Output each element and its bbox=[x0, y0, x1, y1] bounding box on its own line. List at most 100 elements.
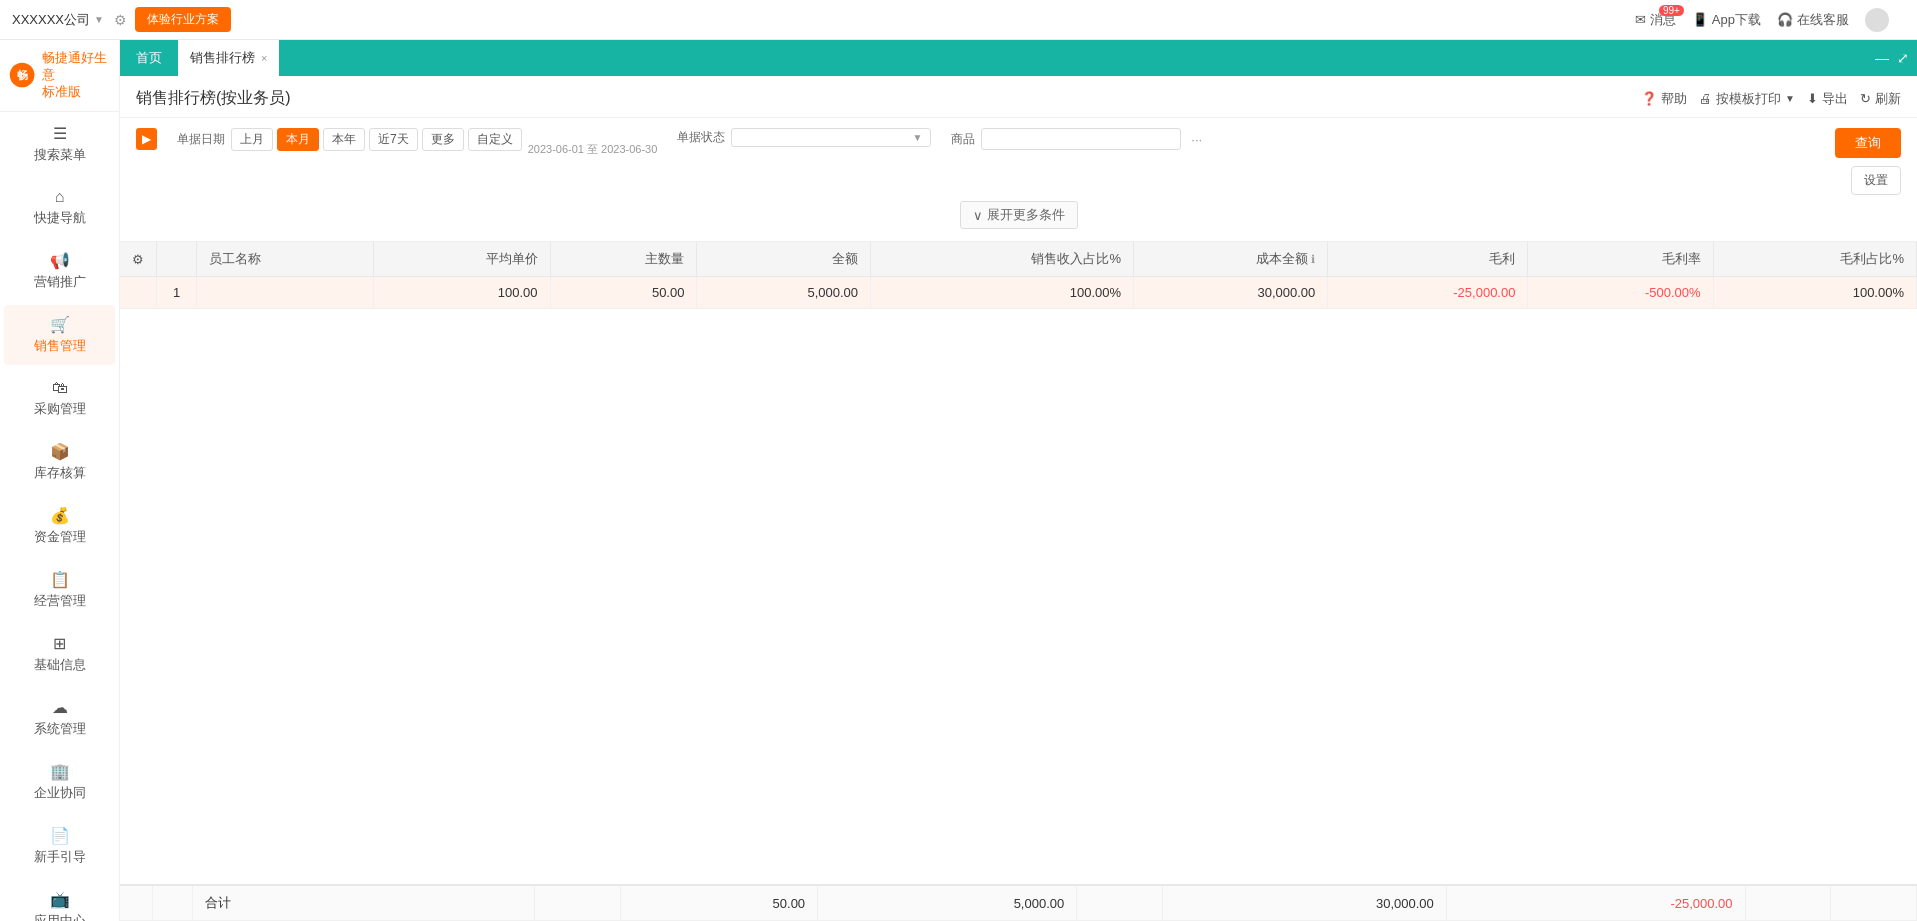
cell-sales-pct: 100.00% bbox=[871, 277, 1134, 309]
table-header-row: ⚙ 员工名称 平均单价 主数量 全额 销售收入占比% 成本全额 ℹ 毛利 毛利率 bbox=[120, 242, 1917, 277]
operation-icon: 📋 bbox=[50, 570, 70, 589]
footer-rank-cell bbox=[152, 886, 192, 921]
filter-status: 单据状态 ▼ bbox=[677, 128, 931, 147]
apps-icon: 📺 bbox=[50, 890, 70, 909]
sidebar-item-marketing[interactable]: 📢 营销推广 bbox=[4, 241, 115, 301]
sidebar-item-finance[interactable]: 💰 资金管理 bbox=[4, 496, 115, 556]
sidebar-label-basic: 基础信息 bbox=[34, 656, 86, 674]
footer-sales-pct-cell bbox=[1077, 886, 1163, 921]
sidebar-item-purchase[interactable]: 🛍 采购管理 bbox=[4, 369, 115, 428]
avatar[interactable] bbox=[1865, 8, 1889, 32]
maximize-icon[interactable]: ⤢ bbox=[1897, 50, 1909, 66]
table-area: ⚙ 员工名称 平均单价 主数量 全额 销售收入占比% 成本全额 ℹ 毛利 毛利率 bbox=[120, 242, 1917, 884]
industry-btn[interactable]: 体验行业方案 bbox=[135, 7, 231, 32]
sidebar-item-sales[interactable]: 🛒 销售管理 bbox=[4, 305, 115, 365]
status-select[interactable]: ▼ bbox=[731, 128, 931, 147]
sidebar-item-inventory[interactable]: 📦 库存核算 bbox=[4, 432, 115, 492]
sidebar-item-operation[interactable]: 📋 经营管理 bbox=[4, 560, 115, 620]
date-btn-more[interactable]: 更多 bbox=[422, 128, 464, 151]
content-area: 首页 销售排行榜 × — ⤢ 销售排行榜(按业务员) ❓ 帮助 bbox=[120, 40, 1917, 921]
filter-expand-arrow[interactable]: ▶ bbox=[136, 128, 157, 150]
table-footer: 合计 50.00 5,000.00 30,000.00 -25,000.00 bbox=[120, 884, 1917, 921]
sidebar-item-basic[interactable]: ⊞ 基础信息 bbox=[4, 624, 115, 684]
cell-settings bbox=[120, 277, 157, 309]
col-settings[interactable]: ⚙ bbox=[120, 242, 157, 277]
col-avg-price: 平均单价 bbox=[373, 242, 550, 277]
help-btn[interactable]: ❓ 帮助 bbox=[1641, 90, 1687, 108]
refresh-btn[interactable]: ↻ 刷新 bbox=[1860, 90, 1901, 108]
export-btn[interactable]: ⬇ 导出 bbox=[1807, 90, 1848, 108]
tab-sales-ranking[interactable]: 销售排行榜 × bbox=[178, 40, 279, 76]
online-service-btn[interactable]: 🎧 在线客服 bbox=[1777, 11, 1849, 29]
sidebar-item-system[interactable]: ☁ 系统管理 bbox=[4, 688, 115, 748]
tab-close-icon[interactable]: × bbox=[261, 52, 267, 64]
footer-quantity-cell: 50.00 bbox=[620, 886, 817, 921]
sidebar-label-quick: 快捷导航 bbox=[34, 209, 86, 227]
tab-home[interactable]: 首页 bbox=[120, 40, 178, 76]
status-chevron-icon: ▼ bbox=[912, 132, 922, 143]
print-btn[interactable]: 🖨 按模板打印 ▼ bbox=[1699, 90, 1795, 108]
sidebar-label-inventory: 库存核算 bbox=[34, 464, 86, 482]
expand-more-btn[interactable]: ∨ 展开更多条件 bbox=[960, 201, 1078, 229]
cost-info-icon[interactable]: ℹ bbox=[1311, 253, 1315, 265]
date-btn-last-month[interactable]: 上月 bbox=[231, 128, 273, 151]
home-icon: ⌂ bbox=[55, 188, 65, 206]
app-download-btn[interactable]: 📱 App下载 bbox=[1692, 11, 1761, 29]
cell-gross: -25,000.00 bbox=[1328, 277, 1528, 309]
cell-name bbox=[197, 277, 374, 309]
message-btn[interactable]: ✉ 消息 99+ bbox=[1635, 11, 1676, 29]
date-buttons: 上月 本月 本年 近7天 更多 自定义 bbox=[231, 128, 522, 151]
filter-arrow-icon[interactable]: ▶ bbox=[136, 128, 157, 150]
logo-text: 畅捷通好生意 标准版 bbox=[42, 50, 111, 101]
cell-avg-price: 100.00 bbox=[373, 277, 550, 309]
sidebar-label-operation: 经营管理 bbox=[34, 592, 86, 610]
filter-section: ▶ 单据日期 上月 本月 本年 近7天 更多 自定义 bbox=[120, 118, 1917, 242]
sidebar-item-quick[interactable]: ⌂ 快捷导航 bbox=[4, 178, 115, 237]
data-table: ⚙ 员工名称 平均单价 主数量 全额 销售收入占比% 成本全额 ℹ 毛利 毛利率 bbox=[120, 242, 1917, 309]
sidebar-label-search: 搜索菜单 bbox=[34, 146, 86, 164]
search-menu-icon: ☰ bbox=[53, 124, 67, 143]
sidebar-item-enterprise[interactable]: 🏢 企业协同 bbox=[4, 752, 115, 812]
footer-gross-rate-cell bbox=[1745, 886, 1831, 921]
svg-text:畅: 畅 bbox=[17, 70, 28, 82]
sidebar-label-finance: 资金管理 bbox=[34, 528, 86, 546]
company-name: XXXXXX公司 bbox=[12, 11, 90, 29]
sidebar-label-marketing: 营销推广 bbox=[34, 273, 86, 291]
logo-icon: 畅 bbox=[8, 59, 36, 91]
sidebar-label-apps: 应用中心 bbox=[34, 912, 86, 921]
expand-chevron-icon: ∨ bbox=[973, 208, 983, 223]
sidebar-item-guide[interactable]: 📄 新手引导 bbox=[4, 816, 115, 876]
date-btn-custom[interactable]: 自定义 bbox=[468, 128, 522, 151]
print-label: 按模板打印 bbox=[1716, 90, 1781, 108]
filter-right-actions: 查询 设置 bbox=[1835, 128, 1901, 195]
col-cost: 成本全额 ℹ bbox=[1134, 242, 1328, 277]
sidebar-logo: 畅 畅捷通好生意 标准版 bbox=[0, 40, 119, 112]
sidebar-item-search[interactable]: ☰ 搜索菜单 bbox=[4, 114, 115, 174]
goods-input[interactable] bbox=[981, 128, 1181, 150]
sidebar-label-guide: 新手引导 bbox=[34, 848, 86, 866]
setting-btn[interactable]: 设置 bbox=[1851, 166, 1901, 195]
table-row: 1 100.00 50.00 5,000.00 100.00% 30,000.0… bbox=[120, 277, 1917, 309]
sidebar: 畅 畅捷通好生意 标准版 ☰ 搜索菜单 ⌂ 快捷导航 📢 营销推广 🛒 销售管理… bbox=[0, 40, 120, 921]
date-btn-this-month[interactable]: 本月 bbox=[277, 128, 319, 151]
sidebar-item-apps[interactable]: 📺 应用中心 bbox=[4, 880, 115, 921]
basic-icon: ⊞ bbox=[53, 634, 66, 653]
date-btn-this-year[interactable]: 本年 bbox=[323, 128, 365, 151]
company-selector[interactable]: XXXXXX公司 ▼ bbox=[12, 11, 104, 29]
page-actions: ❓ 帮助 🖨 按模板打印 ▼ ⬇ 导出 ↻ 刷新 bbox=[1641, 90, 1901, 108]
cell-amount: 5,000.00 bbox=[697, 277, 871, 309]
query-btn[interactable]: 查询 bbox=[1835, 128, 1901, 158]
tab-home-label: 首页 bbox=[136, 49, 162, 67]
col-rank bbox=[157, 242, 197, 277]
filter-date: 单据日期 上月 本月 本年 近7天 更多 自定义 2023-06-01 至 20… bbox=[177, 128, 657, 151]
date-range-text: 2023-06-01 至 2023-06-30 bbox=[528, 142, 658, 157]
goods-more-icon[interactable]: ··· bbox=[1191, 132, 1202, 147]
date-btn-7days[interactable]: 近7天 bbox=[369, 128, 418, 151]
footer-settings-cell bbox=[120, 886, 152, 921]
date-filter-label: 单据日期 bbox=[177, 131, 225, 148]
cell-gross-pct: 100.00% bbox=[1713, 277, 1916, 309]
sales-icon: 🛒 bbox=[50, 315, 70, 334]
minimize-icon[interactable]: — bbox=[1875, 50, 1889, 66]
chevron-down-icon: ▼ bbox=[94, 14, 104, 25]
settings-icon[interactable]: ⚙ bbox=[114, 12, 127, 28]
